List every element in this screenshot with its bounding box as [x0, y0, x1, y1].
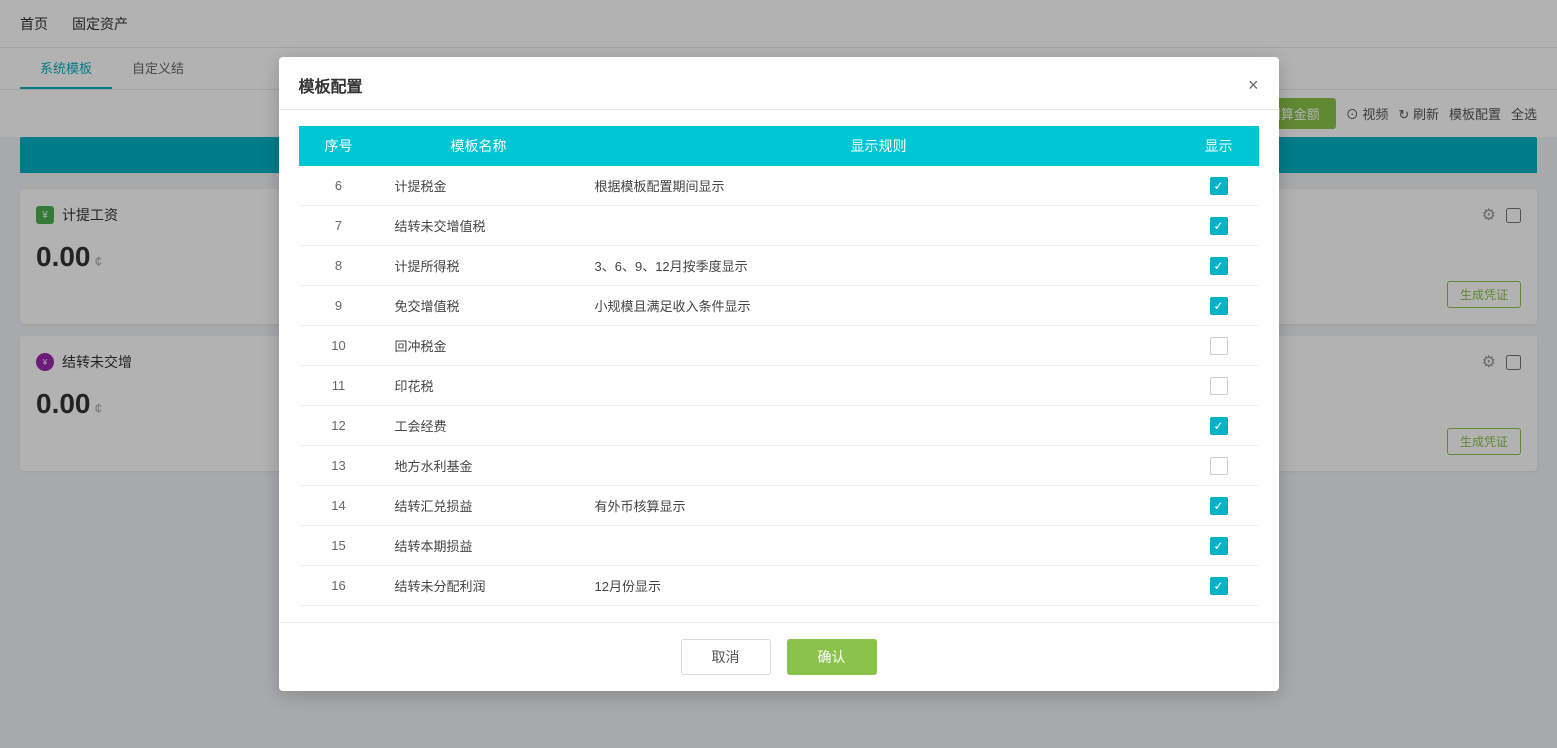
cell-seq: 15 — [299, 526, 379, 566]
cell-checkbox[interactable]: ✓ — [1179, 246, 1259, 286]
table-row: 16结转未分配利润12月份显示 ✓ — [299, 566, 1259, 606]
checkbox-unchecked[interactable] — [1210, 337, 1228, 355]
table-row: 11印花税 — [299, 366, 1259, 406]
checkbox-checked[interactable]: ✓ — [1210, 417, 1228, 435]
modal-body: 序号 模板名称 显示规则 显示 6计提税金根据模板配置期间显示✓7结转未交增值税… — [279, 110, 1279, 622]
cell-name: 免交增值税 — [379, 286, 579, 326]
modal-footer: 取消 确认 — [279, 622, 1279, 691]
cell-seq: 8 — [299, 246, 379, 286]
table-row: 6计提税金根据模板配置期间显示 ✓ — [299, 166, 1259, 206]
cell-seq: 16 — [299, 566, 379, 606]
table-row: 15结转本期损益 ✓ — [299, 526, 1259, 566]
cell-name: 结转本期损益 — [379, 526, 579, 566]
cell-checkbox[interactable]: ✓ — [1179, 486, 1259, 526]
cell-seq: 13 — [299, 446, 379, 486]
table-row: 13地方水利基金 — [299, 446, 1259, 486]
modal-overlay: 模板配置 × 序号 模板名称 显示规则 显示 6计提税金根据模板配置期间显示✓7… — [0, 0, 1557, 748]
col-header-name: 模板名称 — [379, 126, 579, 166]
col-header-seq: 序号 — [299, 126, 379, 166]
checkbox-checked[interactable]: ✓ — [1210, 497, 1228, 515]
cell-rule — [579, 526, 1179, 566]
table-row: 12工会经费 ✓ — [299, 406, 1259, 446]
cell-checkbox[interactable]: ✓ — [1179, 526, 1259, 566]
cell-name: 结转汇兑损益 — [379, 486, 579, 526]
cell-checkbox[interactable] — [1179, 326, 1259, 366]
cell-checkbox[interactable]: ✓ — [1179, 406, 1259, 446]
cell-rule — [579, 326, 1179, 366]
table-row: 8计提所得税3、6、9、12月按季度显示 ✓ — [299, 246, 1259, 286]
modal-template-config: 模板配置 × 序号 模板名称 显示规则 显示 6计提税金根据模板配置期间显示✓7… — [279, 57, 1279, 691]
cell-rule: 小规模且满足收入条件显示 — [579, 286, 1179, 326]
cell-seq: 10 — [299, 326, 379, 366]
cell-checkbox[interactable] — [1179, 366, 1259, 406]
cell-rule: 有外币核算显示 — [579, 486, 1179, 526]
cell-seq: 12 — [299, 406, 379, 446]
checkbox-checked[interactable]: ✓ — [1210, 577, 1228, 595]
cell-name: 工会经费 — [379, 406, 579, 446]
confirm-button[interactable]: 确认 — [787, 639, 877, 675]
cell-rule: 3、6、9、12月按季度显示 — [579, 246, 1179, 286]
cell-rule — [579, 446, 1179, 486]
cancel-button[interactable]: 取消 — [681, 639, 771, 675]
table-row: 7结转未交增值税 ✓ — [299, 206, 1259, 246]
cell-checkbox[interactable]: ✓ — [1179, 566, 1259, 606]
cell-seq: 6 — [299, 166, 379, 206]
cell-rule: 12月份显示 — [579, 566, 1179, 606]
cell-seq: 14 — [299, 486, 379, 526]
table-row: 9免交增值税小规模且满足收入条件显示 ✓ — [299, 286, 1259, 326]
cell-checkbox[interactable] — [1179, 446, 1259, 486]
cell-name: 印花税 — [379, 366, 579, 406]
cell-rule — [579, 406, 1179, 446]
checkbox-checked[interactable]: ✓ — [1210, 177, 1228, 195]
cell-checkbox[interactable]: ✓ — [1179, 206, 1259, 246]
cell-name: 结转未交增值税 — [379, 206, 579, 246]
table-row: 10回冲税金 — [299, 326, 1259, 366]
cell-checkbox[interactable]: ✓ — [1179, 166, 1259, 206]
cell-checkbox[interactable]: ✓ — [1179, 286, 1259, 326]
config-table: 序号 模板名称 显示规则 显示 6计提税金根据模板配置期间显示✓7结转未交增值税… — [299, 126, 1259, 606]
cell-name: 地方水利基金 — [379, 446, 579, 486]
cell-rule — [579, 366, 1179, 406]
table-row: 14结转汇兑损益有外币核算显示 ✓ — [299, 486, 1259, 526]
cell-name: 计提所得税 — [379, 246, 579, 286]
checkbox-checked[interactable]: ✓ — [1210, 537, 1228, 555]
modal-header: 模板配置 × — [279, 57, 1279, 110]
cell-seq: 11 — [299, 366, 379, 406]
checkbox-checked[interactable]: ✓ — [1210, 297, 1228, 315]
modal-title: 模板配置 — [299, 73, 363, 97]
cell-seq: 9 — [299, 286, 379, 326]
modal-close-button[interactable]: × — [1248, 76, 1259, 94]
col-header-display: 显示 — [1179, 126, 1259, 166]
checkbox-checked[interactable]: ✓ — [1210, 217, 1228, 235]
checkbox-checked[interactable]: ✓ — [1210, 257, 1228, 275]
cell-rule — [579, 206, 1179, 246]
cell-rule: 根据模板配置期间显示 — [579, 166, 1179, 206]
cell-name: 计提税金 — [379, 166, 579, 206]
cell-seq: 7 — [299, 206, 379, 246]
cell-name: 回冲税金 — [379, 326, 579, 366]
col-header-rule: 显示规则 — [579, 126, 1179, 166]
cell-name: 结转未分配利润 — [379, 566, 579, 606]
checkbox-unchecked[interactable] — [1210, 457, 1228, 475]
checkbox-unchecked[interactable] — [1210, 377, 1228, 395]
